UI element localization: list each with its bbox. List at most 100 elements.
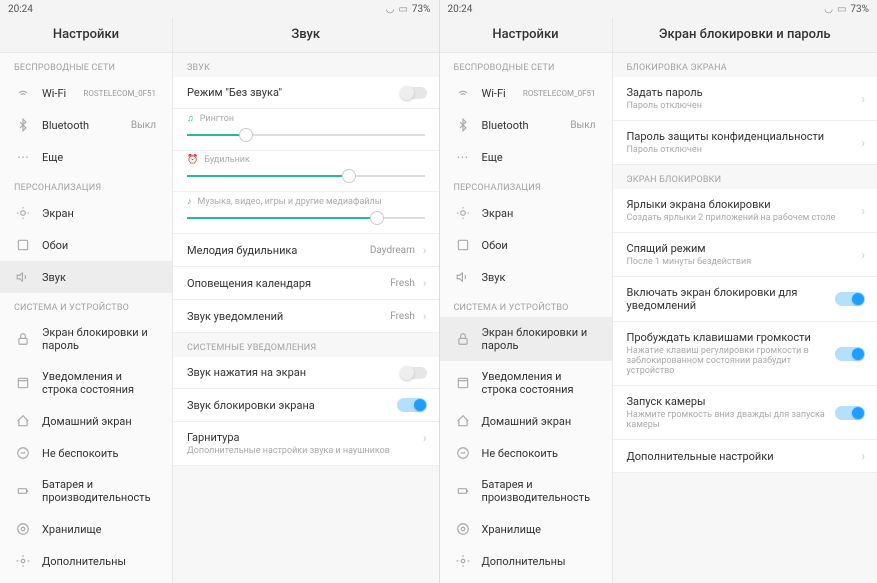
section-wireless: БЕСПРОВОДНЫЕ СЕТИ [0,53,172,77]
nav-lock[interactable]: Экран блокировки и пароль [0,317,172,361]
ringtone-slider[interactable] [187,128,425,142]
set-password-row[interactable]: Задать парольПароль отключен › [613,77,877,121]
chevron-right-icon: › [423,276,427,290]
touch-sound-row[interactable]: Звук нажатия на экран [173,357,439,389]
status-battery: 73% [412,4,431,15]
status-battery: 73% [850,4,869,15]
section-system: СИСТЕМА И УСТРОЙСТВО [0,293,172,317]
pane-lockscreen: 20:24 ◡ ▭ 73% Настройки БЕСПРОВОДНЫЕ СЕТ… [439,0,877,583]
nav-header: Настройки [440,18,612,53]
battery-icon [14,484,32,498]
sound-panel: Звук ЗВУК Режим "Без звука" ♫Рингтон ⏰Бу… [173,18,439,583]
chevron-right-icon: › [861,136,865,150]
wake-volume-toggle[interactable] [835,347,865,361]
nav-wifi[interactable]: Wi-FiROSTELECOM_0F51 [440,77,612,109]
shortcuts-row[interactable]: Ярлыки экрана блокировкиСоздать ярлыки 2… [613,189,877,233]
home-icon [454,414,472,428]
battery-icon: ▭ [398,4,407,15]
bell-icon: ♫ [187,113,194,124]
silent-toggle[interactable] [401,87,427,99]
additional-icon [454,554,472,568]
chevron-right-icon: › [861,92,865,106]
media-slider[interactable] [187,211,425,225]
nav-more[interactable]: ⋯ Еще [0,141,172,173]
wake-volume-row[interactable]: Пробуждать клавишами громкостиНажатие кл… [613,322,877,386]
wifi-icon: ◡ [386,4,395,15]
notif-sound-row[interactable]: Звук уведомлений Fresh › [173,300,439,333]
nav-wallpaper[interactable]: Обои [440,229,612,261]
panel-header: Звук [173,18,439,53]
nav-more[interactable]: ⋯Еще [440,141,612,173]
lock-icon [14,332,32,346]
more-icon: ⋯ [14,150,32,164]
wifi-icon [14,86,32,100]
lock-sound-toggle[interactable] [397,398,427,412]
wake-notif-toggle[interactable] [835,292,865,306]
ringtone-slider-row: ♫Рингтон [173,109,439,151]
headset-row[interactable]: Гарнитура Дополнительные настройки звука… [173,422,439,466]
chevron-right-icon: › [861,204,865,218]
nav-sound[interactable]: Звук [440,261,612,293]
nav-storage[interactable]: Хранилище [440,513,612,545]
nav-storage[interactable]: Хранилище [0,513,172,545]
chevron-right-icon: › [423,309,427,323]
nav-display[interactable]: Экран [0,197,172,229]
chevron-right-icon: › [423,431,427,445]
alarm-slider-row: ⏰Будильник [173,151,439,192]
chevron-right-icon: › [861,248,865,262]
more-settings-row[interactable]: Дополнительные настройки › [613,440,877,473]
nav-header: Настройки [0,18,172,53]
section-personal: ПЕРСОНАЛИЗАЦИЯ [0,173,172,197]
notifications-icon [454,376,472,390]
media-icon: ♪ [187,196,192,207]
nav-sound[interactable]: Звук [0,261,172,293]
nav-battery[interactable]: Батарея и производительность [440,469,612,513]
status-time: 20:24 [448,4,473,15]
panel-header: Экран блокировки и пароль [613,18,877,53]
bluetooth-icon [454,118,472,132]
camera-toggle[interactable] [835,406,865,420]
nav-notifications[interactable]: Уведомления и строка состояния [440,361,612,405]
silent-mode-row[interactable]: Режим "Без звука" [173,77,439,109]
wake-notif-row[interactable]: Включать экран блокировки для уведомлени… [613,277,877,322]
nav-dnd[interactable]: Не беспокоить [440,437,612,469]
nav-bluetooth[interactable]: BluetoothВыкл [440,109,612,141]
status-bar: 20:24 ◡ ▭ 73% [440,0,877,18]
sleep-row[interactable]: Спящий режимПосле 1 минуты бездействия › [613,233,877,277]
nav-display[interactable]: Экран [440,197,612,229]
lock-sound-row[interactable]: Звук блокировки экрана [173,389,439,422]
storage-icon [14,522,32,536]
nav-battery[interactable]: Батарея и производительность [0,469,172,513]
nav-dnd[interactable]: Не беспокоить [0,437,172,469]
camera-launch-row[interactable]: Запуск камерыНажмите громкость вниз дваж… [613,386,877,440]
nav-additional[interactable]: Дополнительны [0,545,172,577]
nav-wifi[interactable]: Wi-Fi ROSTELECOM_0F51 [0,77,172,109]
battery-icon [454,484,472,498]
calendar-sound-row[interactable]: Оповещения календаря Fresh › [173,267,439,300]
alarm-melody-row[interactable]: Мелодия будильника Daydream › [173,234,439,267]
alarm-slider[interactable] [187,169,425,183]
dnd-icon [14,446,32,460]
nav-lock[interactable]: Экран блокировки и пароль [440,317,612,361]
pane-sound: 20:24 ◡ ▭ 73% Настройки БЕСПРОВОДНЫЕ СЕТ… [0,0,439,583]
status-bar: 20:24 ◡ ▭ 73% [0,0,439,18]
dnd-icon [454,446,472,460]
nav-additional[interactable]: Дополнительны [440,545,612,577]
wallpaper-icon [14,238,32,252]
nav-home[interactable]: Домашний экран [0,405,172,437]
nav-home[interactable]: Домашний экран [440,405,612,437]
touch-sound-toggle[interactable] [401,367,427,379]
media-slider-row: ♪Музыка, видео, игры и другие медиафайлы [173,192,439,234]
storage-icon [454,522,472,536]
section-sound: ЗВУК [173,53,439,77]
chevron-right-icon: › [861,449,865,463]
nav-wallpaper[interactable]: Обои [0,229,172,261]
privacy-password-row[interactable]: Пароль защиты конфиденциальностиПароль о… [613,121,877,165]
lock-icon [454,332,472,346]
display-icon [454,206,472,220]
status-time: 20:24 [8,4,33,15]
wallpaper-icon [454,238,472,252]
nav-bluetooth[interactable]: Bluetooth Выкл [0,109,172,141]
more-icon: ⋯ [454,150,472,164]
nav-notifications[interactable]: Уведомления и строка состояния [0,361,172,405]
